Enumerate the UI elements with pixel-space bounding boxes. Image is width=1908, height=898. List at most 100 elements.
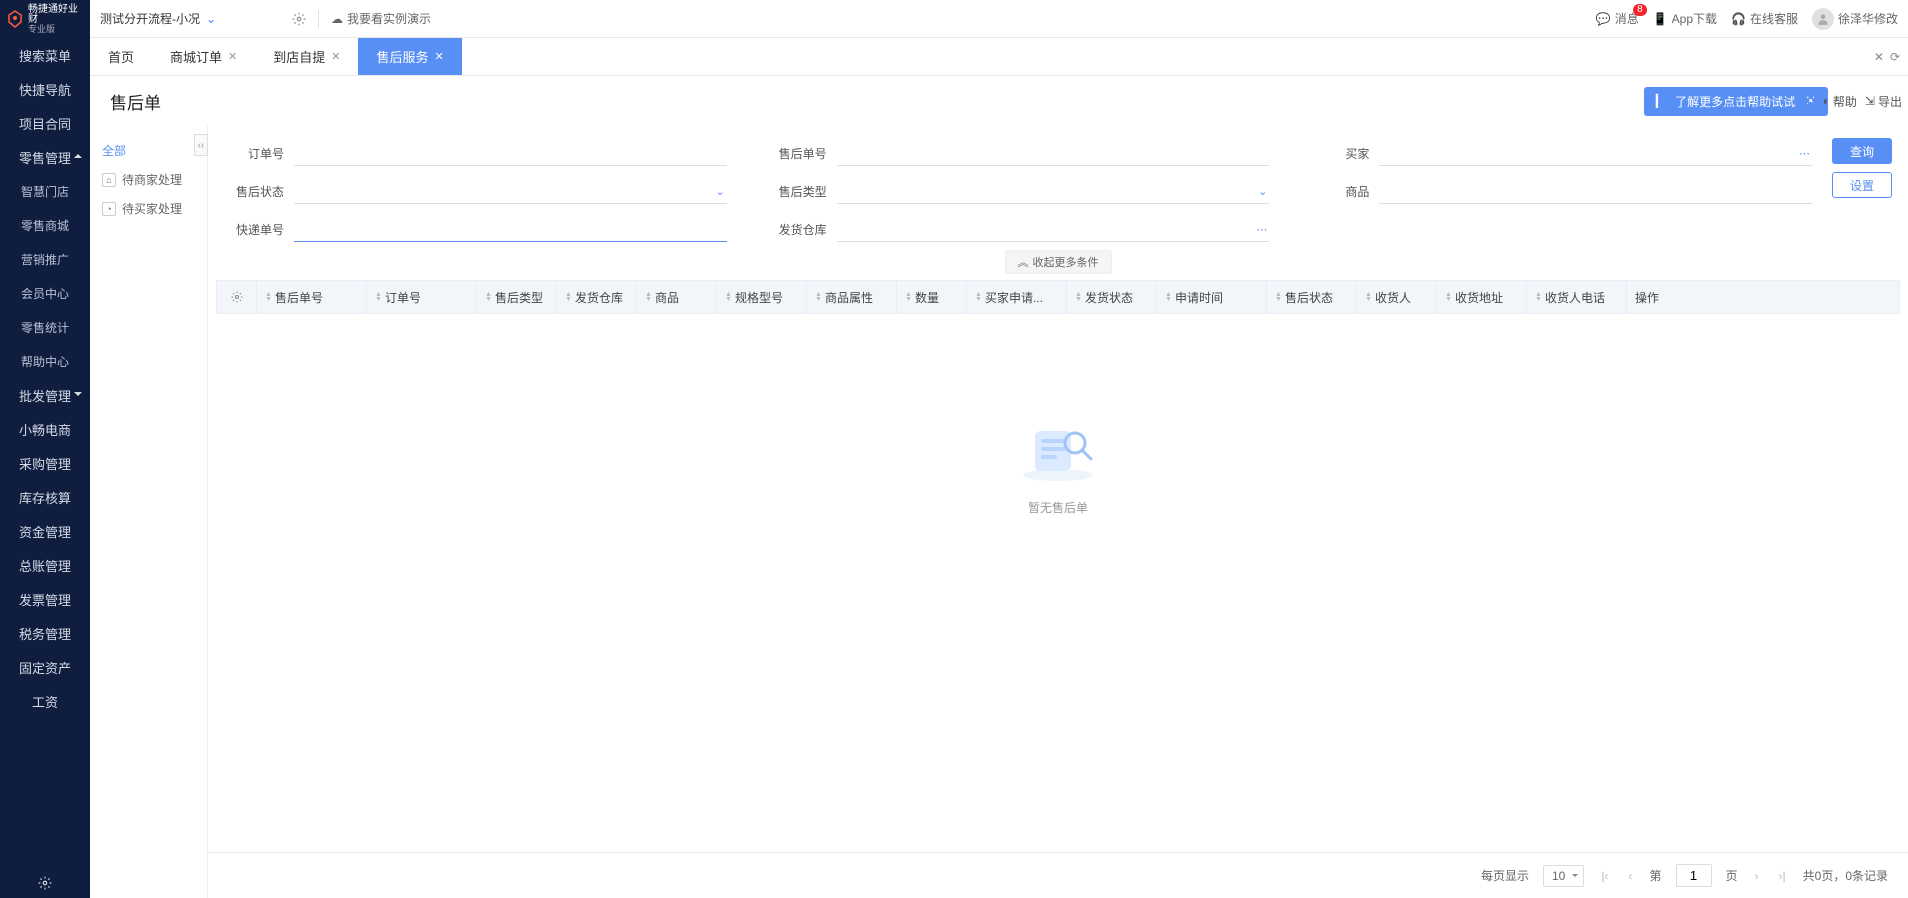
prev-page-icon[interactable]: ‹	[1625, 869, 1635, 883]
nav-sub-3-4[interactable]: 零售统计	[0, 310, 90, 344]
nav-item-10[interactable]: 发票管理	[0, 582, 90, 616]
filter-item-1[interactable]: ⌂待商家处理	[90, 165, 207, 194]
chevron-down-icon[interactable]: ⌄	[715, 185, 724, 198]
nav-item-12[interactable]: 固定资产	[0, 650, 90, 684]
table-settings-icon[interactable]	[217, 281, 257, 313]
headset-icon: 🎧	[1731, 12, 1746, 26]
tab-1[interactable]: 商城订单 ✕	[152, 38, 255, 75]
input-buyer[interactable]	[1379, 140, 1812, 166]
th-0[interactable]: ▲▼售后单号	[257, 281, 367, 313]
th-2[interactable]: ▲▼售后类型	[477, 281, 557, 313]
query-button[interactable]: 查询	[1832, 138, 1892, 164]
chevron-down-icon[interactable]: ⌄	[1258, 185, 1267, 198]
nav-sub-3-3[interactable]: 会员中心	[0, 276, 90, 310]
label-buyer: 买家	[1309, 145, 1379, 162]
th-label: 买家申请...	[985, 289, 1043, 306]
input-goods[interactable]	[1379, 178, 1812, 204]
nav-item-11[interactable]: 税务管理	[0, 616, 90, 650]
th-13[interactable]: ▲▼收货地址	[1437, 281, 1527, 313]
nav-item-2[interactable]: 项目合同	[0, 106, 90, 140]
first-page-icon[interactable]: |‹	[1598, 869, 1611, 883]
nav-item-4[interactable]: 批发管理	[0, 378, 90, 412]
help-dot-icon	[1807, 97, 1815, 105]
per-page-select[interactable]: 10	[1543, 865, 1584, 887]
th-15[interactable]: 操作	[1627, 281, 1707, 313]
nav-sub-3-2[interactable]: 营销推广	[0, 242, 90, 276]
next-page-icon[interactable]: ›	[1752, 869, 1762, 883]
last-page-icon[interactable]: ›|	[1776, 869, 1789, 883]
nav-item-8[interactable]: 资金管理	[0, 514, 90, 548]
th-11[interactable]: ▲▼售后状态	[1267, 281, 1357, 313]
th-label: 收货地址	[1455, 289, 1503, 306]
customer-service-link[interactable]: 🎧 在线客服	[1731, 10, 1798, 27]
chevron-down-icon: ⌄	[206, 12, 216, 26]
info-icon: ▎	[1656, 94, 1665, 108]
nav-item-1[interactable]: 快捷导航	[0, 72, 90, 106]
filter-label: 全部	[102, 142, 126, 159]
nav-item-9[interactable]: 总账管理	[0, 548, 90, 582]
input-after-type[interactable]	[837, 178, 1270, 204]
input-express-no[interactable]	[294, 216, 727, 242]
brand-logo: 畅捷通好业财 专业版	[0, 0, 90, 38]
input-after-status[interactable]	[294, 178, 727, 204]
th-5[interactable]: ▲▼规格型号	[717, 281, 807, 313]
sort-icon: ▲▼	[1445, 292, 1452, 302]
th-10[interactable]: ▲▼申请时间	[1157, 281, 1267, 313]
page-input[interactable]	[1676, 864, 1712, 887]
th-7[interactable]: ▲▼数量	[897, 281, 967, 313]
brand-sub: 专业版	[28, 25, 84, 34]
help-link[interactable]: ◐ 帮助	[1823, 93, 1857, 110]
nav-item-0[interactable]: 搜索菜单	[0, 38, 90, 72]
more-icon[interactable]: ⋯	[1799, 147, 1810, 160]
setting-button[interactable]: 设置	[1832, 172, 1892, 198]
tab-close-icon[interactable]: ✕	[331, 50, 340, 63]
nav-item-13[interactable]: 工资	[0, 684, 90, 718]
th-12[interactable]: ▲▼收货人	[1357, 281, 1437, 313]
input-order-no[interactable]	[294, 140, 727, 166]
settings-gear-icon[interactable]	[0, 868, 90, 898]
nav-item-5[interactable]: 小畅电商	[0, 412, 90, 446]
input-after-no[interactable]	[837, 140, 1270, 166]
tab-close-all-icon[interactable]: ✕	[1874, 50, 1884, 64]
tab-close-icon[interactable]: ✕	[228, 50, 237, 63]
tab-2[interactable]: 到店自提✕	[255, 38, 358, 75]
filter-item-2[interactable]: ◔待买家处理	[90, 194, 207, 223]
th-1[interactable]: ▲▼订单号	[367, 281, 477, 313]
filter-status-icon: ⌂	[102, 173, 116, 187]
messages-link[interactable]: 💬 消息 8	[1596, 10, 1639, 27]
tab-3[interactable]: 售后服务✕	[358, 38, 461, 75]
more-icon[interactable]: ⋯	[1256, 223, 1267, 236]
nav-sub-3-0[interactable]: 智慧门店	[0, 174, 90, 208]
app-download-link[interactable]: 📱 App下载	[1653, 10, 1717, 27]
filter-collapse-icon[interactable]: ‹‹	[194, 134, 208, 156]
filter-item-0[interactable]: 全部	[90, 136, 207, 165]
nav-item-7[interactable]: 库存核算	[0, 480, 90, 514]
th-8[interactable]: ▲▼买家申请...	[967, 281, 1067, 313]
th-4[interactable]: ▲▼商品	[637, 281, 717, 313]
filter-sidebar: ‹‹ 全部 ⌂待商家处理◔待买家处理	[90, 126, 208, 898]
nav-item-6[interactable]: 采购管理	[0, 446, 90, 480]
export-link[interactable]: ⇲ 导出	[1865, 93, 1902, 110]
label-goods: 商品	[1309, 183, 1379, 200]
collapse-conditions-button[interactable]: ︽ 收起更多条件	[1005, 250, 1112, 274]
sort-icon: ▲▼	[1535, 292, 1542, 302]
nav-sub-3-5[interactable]: 帮助中心	[0, 344, 90, 378]
th-9[interactable]: ▲▼发货状态	[1067, 281, 1157, 313]
tab-0[interactable]: 首页	[90, 38, 152, 75]
export-label: 导出	[1878, 93, 1902, 110]
user-menu[interactable]: 徐泽华修改	[1812, 8, 1898, 30]
th-label: 售后类型	[495, 289, 543, 306]
gear-icon[interactable]	[292, 12, 306, 26]
tab-more-icon[interactable]: ⟳	[1890, 50, 1900, 64]
th-14[interactable]: ▲▼收货人电话	[1527, 281, 1627, 313]
tab-label: 商城订单	[170, 47, 222, 66]
nav-sub-3-1[interactable]: 零售商城	[0, 208, 90, 242]
environment-selector[interactable]: 测试分开流程-小况 ⌄	[100, 10, 280, 27]
nav-item-3[interactable]: 零售管理	[0, 140, 90, 174]
label-order-no: 订单号	[224, 145, 294, 162]
th-3[interactable]: ▲▼发货仓库	[557, 281, 637, 313]
input-warehouse[interactable]	[837, 216, 1270, 242]
th-6[interactable]: ▲▼商品属性	[807, 281, 897, 313]
demo-link[interactable]: ☁ 我要看实例演示	[331, 10, 431, 27]
tab-close-icon[interactable]: ✕	[435, 50, 444, 63]
